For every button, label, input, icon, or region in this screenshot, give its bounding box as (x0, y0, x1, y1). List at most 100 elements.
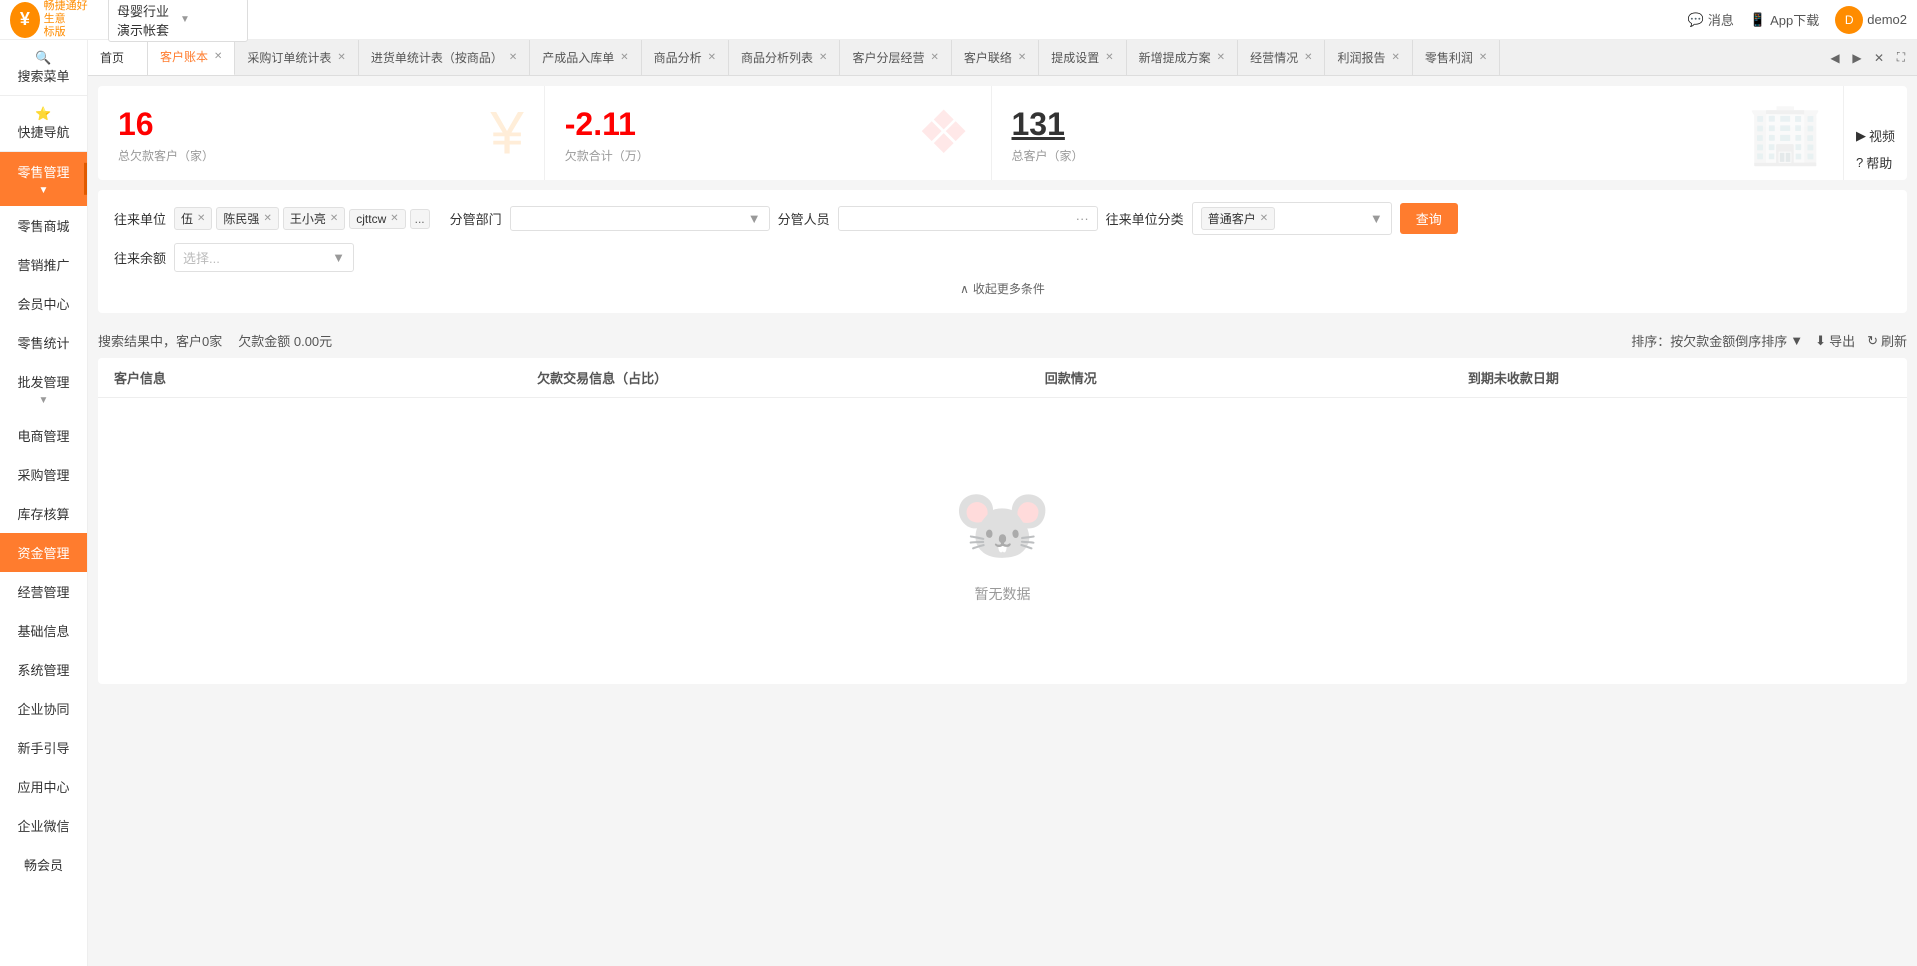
unit-category-select[interactable]: 普通客户 ✕ ▼ (1192, 202, 1392, 235)
sidebar-item-basic-info[interactable]: 基础信息 (0, 611, 87, 650)
tab-product-analysis[interactable]: 商品分析 ✕ (642, 40, 729, 76)
branch-person-select[interactable]: ··· (838, 206, 1098, 231)
sidebar-item-business-manage[interactable]: 经营管理 (0, 572, 87, 611)
tab-add-commission[interactable]: 新增提成方案 ✕ (1127, 40, 1238, 76)
close-icon[interactable]: ✕ (1479, 52, 1487, 63)
tab-close-all-button[interactable]: ✕ (1869, 48, 1889, 68)
tab-next-button[interactable]: ▶ (1847, 48, 1867, 68)
belong-unit-label: 往来单位 (114, 209, 166, 228)
close-icon[interactable]: ✕ (1105, 52, 1113, 63)
tab-business-status[interactable]: 经营情况 ✕ (1238, 40, 1325, 76)
sidebar-item-inventory[interactable]: 库存核算 (0, 494, 87, 533)
sidebar-item-wechat-enterprise[interactable]: 企业微信 (0, 806, 87, 845)
sort-select[interactable]: 排序：按欠款金额倒序排序 ▼ (1631, 331, 1803, 350)
app-download-button[interactable]: 📱 App下载 (1750, 10, 1819, 29)
close-icon[interactable]: ✕ (337, 52, 345, 63)
sidebar-item-enterprise-collab[interactable]: 企业协同 (0, 689, 87, 728)
sidebar-item-quick-nav[interactable]: ⭐ 快捷导航 (0, 96, 87, 152)
sidebar-item-system-manage[interactable]: 系统管理 (0, 650, 87, 689)
help-button[interactable]: ? 帮助 (1856, 153, 1895, 172)
filter-more-tags-button[interactable]: ... (410, 209, 430, 229)
col-customer-info: 客户信息 (114, 368, 537, 387)
user-menu[interactable]: D demo2 (1835, 6, 1907, 34)
sidebar-item-chang-member[interactable]: 畅会员 (0, 845, 87, 884)
sidebar-item-fund-manage[interactable]: 资金管理 (0, 533, 87, 572)
sidebar-item-marketing[interactable]: 营销推广 (0, 245, 87, 284)
chevron-down-icon: ▼ (1790, 333, 1803, 348)
video-help-button[interactable]: ▶ 视频 (1856, 126, 1895, 145)
col-repayment: 回款情况 (1045, 368, 1468, 387)
building-bg-icon: 🏢 (1748, 98, 1823, 169)
filter-tag-wang-close[interactable]: ✕ (330, 213, 338, 224)
query-button[interactable]: 查询 (1400, 203, 1458, 234)
refresh-button[interactable]: ↻ 刷新 (1867, 331, 1907, 350)
stat-debt-label: 欠款合计（万） (565, 147, 971, 164)
filter-tag-wu-text: 伍 (181, 210, 193, 227)
chevron-down-icon: ▼ (39, 395, 49, 406)
stat-total-customers: ¥ 16 总欠款客户（家） (98, 86, 545, 180)
tab-fullscreen-button[interactable]: ⛶ (1891, 48, 1911, 68)
branch-dept-select[interactable]: ▼ (510, 206, 770, 231)
stat-total-customers2-label: 总客户（家） (1012, 147, 1824, 164)
close-icon[interactable]: ✕ (1217, 52, 1225, 63)
sidebar: 🔍 搜索菜单 ⭐ 快捷导航 零售管理 ▼ 零售商城 营销推广 会员中心 零售统计… (0, 40, 88, 966)
filter-tag-wang-text: 王小亮 (290, 210, 326, 227)
close-icon[interactable]: ✕ (214, 51, 222, 62)
tab-customer-ledger[interactable]: 客户账本 ✕ (148, 40, 235, 76)
close-icon[interactable]: ✕ (1018, 52, 1026, 63)
video-icon: ▶ (1856, 128, 1866, 144)
sidebar-item-retail-mall[interactable]: 零售商城 (0, 206, 87, 245)
sidebar-item-app-center[interactable]: 应用中心 (0, 767, 87, 806)
sidebar-item-search-menu[interactable]: 🔍 搜索菜单 (0, 40, 87, 96)
tab-retail-profit[interactable]: 零售利润 ✕ (1413, 40, 1500, 76)
close-icon[interactable]: ✕ (1304, 52, 1312, 63)
stat-total-customers2-value[interactable]: 131 (1012, 106, 1824, 143)
unit-category-tag: 普通客户 ✕ (1201, 207, 1275, 230)
tab-prev-button[interactable]: ◀ (1825, 48, 1845, 68)
tab-home[interactable]: 首页 (88, 40, 148, 76)
close-icon[interactable]: ✕ (620, 52, 628, 63)
tab-customer-contact[interactable]: 客户联络 ✕ (952, 40, 1039, 76)
org-selector[interactable]: 母婴行业演示帐套 ▼ (108, 0, 248, 42)
sidebar-item-member-center[interactable]: 会员中心 (0, 284, 87, 323)
sidebar-item-purchase-manage[interactable]: 采购管理 (0, 455, 87, 494)
stat-debt-value: -2.11 (565, 106, 971, 143)
sidebar-item-retail-stats[interactable]: 零售统计 (0, 323, 87, 362)
filter-tag-cj-close[interactable]: ✕ (390, 213, 398, 224)
tab-product-analysis-list[interactable]: 商品分析列表 ✕ (729, 40, 840, 76)
help-icon: ? (1856, 155, 1863, 170)
sidebar-item-ecommerce-manage[interactable]: 电商管理 (0, 416, 87, 455)
close-icon[interactable]: ✕ (1391, 52, 1399, 63)
tab-purchase-stats[interactable]: 进货单统计表（按商品） ✕ (359, 40, 530, 76)
sidebar-item-newbie-guide[interactable]: 新手引导 (0, 728, 87, 767)
sidebar-item-retail-manage[interactable]: 零售管理 ▼ (0, 152, 87, 206)
close-icon[interactable]: ✕ (509, 52, 517, 63)
tab-purchase-order[interactable]: 采购订单统计表 ✕ (235, 40, 358, 76)
collapse-button[interactable]: ∧ 收起更多条件 (114, 280, 1891, 297)
chevron-down-icon: ▼ (332, 250, 345, 265)
message-button[interactable]: 💬 消息 (1688, 10, 1734, 29)
close-icon[interactable]: ✕ (708, 52, 716, 63)
balance-select[interactable]: 选择... ▼ (174, 243, 354, 272)
main-layout: 🔍 搜索菜单 ⭐ 快捷导航 零售管理 ▼ 零售商城 营销推广 会员中心 零售统计… (0, 40, 1917, 966)
close-icon[interactable]: ✕ (930, 52, 938, 63)
empty-state: 🐭 暂无数据 (98, 398, 1907, 684)
chevron-down-icon: ▼ (39, 185, 49, 196)
customers-bg-icon: ¥ (490, 99, 523, 168)
tab-customer-layer[interactable]: 客户分层经营 ✕ (840, 40, 951, 76)
tab-profit-report[interactable]: 利润报告 ✕ (1325, 40, 1412, 76)
filter-tag-chen-close[interactable]: ✕ (263, 213, 271, 224)
result-count: 搜索结果中，客户0家 (98, 331, 222, 350)
filter-row-1: 往来单位 伍 ✕ 陈民强 ✕ 王小亮 ✕ (114, 202, 1891, 235)
table-header: 客户信息 欠款交易信息（占比） 回款情况 到期未收款日期 (98, 358, 1907, 398)
sidebar-item-wholesale-manage[interactable]: 批发管理 ▼ (0, 362, 87, 416)
star-icon: ⭐ (0, 106, 87, 122)
data-table: 客户信息 欠款交易信息（占比） 回款情况 到期未收款日期 🐭 暂无数据 (98, 358, 1907, 684)
export-button[interactable]: ⬇ 导出 (1815, 331, 1855, 350)
tab-product-stock[interactable]: 产成品入库单 ✕ (530, 40, 641, 76)
close-icon[interactable]: ✕ (819, 52, 827, 63)
unit-category-tag-close[interactable]: ✕ (1260, 213, 1268, 224)
filter-tag-wu-close[interactable]: ✕ (197, 213, 205, 224)
chevron-down-icon: ▼ (1370, 211, 1383, 226)
tab-commission-settings[interactable]: 提成设置 ✕ (1039, 40, 1126, 76)
